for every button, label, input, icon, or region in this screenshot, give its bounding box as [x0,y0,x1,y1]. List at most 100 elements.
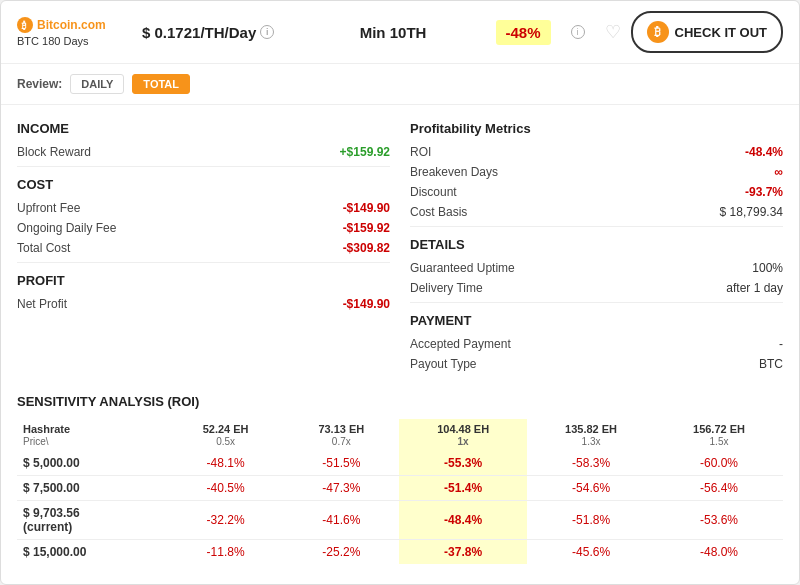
header: ₿ Bitcoin.com BTC 180 Days $ 0.1721/TH/D… [1,1,799,64]
logo-text: Bitcoin.com [37,18,106,32]
total-cost-value: -$309.82 [343,241,390,255]
accepted-payment-label: Accepted Payment [410,337,511,351]
breakeven-label: Breakeven Days [410,165,498,179]
value-cell: -40.5% [168,476,284,501]
col-header-3: 104.48 EH1x [399,419,527,451]
ongoing-fee-row: Ongoing Daily Fee -$159.92 [17,218,390,238]
value-cell: -51.5% [283,451,399,476]
uptime-label: Guaranteed Uptime [410,261,515,275]
tab-total[interactable]: TOTAL [132,74,190,94]
logo-area: ₿ Bitcoin.com BTC 180 Days [17,17,106,47]
divider-3 [410,226,783,227]
table-header-row: HashratePrice\ 52.24 EH0.5x 73.13 EH0.7x… [17,419,783,451]
net-profit-value: -$149.90 [343,297,390,311]
price-cell: $ 15,000.00 [17,540,168,565]
header-actions: ♡ ₿ CHECK IT OUT [605,11,783,53]
divider-4 [410,302,783,303]
value-cell: -48.4% [399,501,527,540]
accepted-payment-row: Accepted Payment - [410,334,783,354]
value-cell: -25.2% [283,540,399,565]
upfront-fee-row: Upfront Fee -$149.90 [17,198,390,218]
net-profit-row: Net Profit -$149.90 [17,294,390,314]
value-cell: -60.0% [655,451,783,476]
block-reward-label: Block Reward [17,145,91,159]
value-cell: -51.4% [399,476,527,501]
col-header-4: 135.82 EH1.3x [527,419,655,451]
value-cell: -41.6% [283,501,399,540]
value-cell: -37.8% [399,540,527,565]
sensitivity-section: SENSITIVITY ANALYSIS (ROI) HashratePrice… [1,390,799,580]
value-cell: -58.3% [527,451,655,476]
value-cell: -53.6% [655,501,783,540]
payment-title: PAYMENT [410,313,783,328]
badge-info-icon[interactable]: i [571,25,585,39]
favorite-button[interactable]: ♡ [605,21,621,43]
details-title: DETAILS [410,237,783,252]
accepted-payment-value: - [779,337,783,351]
costbasis-label: Cost Basis [410,205,467,219]
divider-1 [17,166,390,167]
payout-type-row: Payout Type BTC [410,354,783,374]
ongoing-fee-label: Ongoing Daily Fee [17,221,116,235]
price-cell: $ 7,500.00 [17,476,168,501]
col-header-2: 73.13 EH0.7x [283,419,399,451]
rate-stat: $ 0.1721/TH/Day i [126,24,291,41]
uptime-row: Guaranteed Uptime 100% [410,258,783,278]
min-value: Min 10TH [360,24,427,41]
col-header-5: 156.72 EH1.5x [655,419,783,451]
value-cell: -54.6% [527,476,655,501]
table-row: $ 7,500.00-40.5%-47.3%-51.4%-54.6%-56.4% [17,476,783,501]
price-cell: $ 9,703.56 (current) [17,501,168,540]
total-cost-label: Total Cost [17,241,70,255]
profitability-title: Profitability Metrics [410,121,783,136]
upfront-fee-value: -$149.90 [343,201,390,215]
value-cell: -32.2% [168,501,284,540]
profit-title: PROFIT [17,273,390,288]
table-row: $ 9,703.56 (current)-32.2%-41.6%-48.4%-5… [17,501,783,540]
upfront-fee-label: Upfront Fee [17,201,80,215]
left-panel: INCOME Block Reward +$159.92 COST Upfron… [17,121,390,374]
costbasis-value: $ 18,799.34 [720,205,783,219]
delivery-label: Delivery Time [410,281,483,295]
main-panels: INCOME Block Reward +$159.92 COST Upfron… [1,105,799,390]
value-cell: -45.6% [527,540,655,565]
check-icon: ₿ [647,21,669,43]
breakeven-row: Breakeven Days ∞ [410,162,783,182]
block-reward-row: Block Reward +$159.92 [17,142,390,162]
hashrate-header: HashratePrice\ [17,419,168,451]
bitcoin-logo-icon: ₿ [17,17,33,33]
rate-value: $ 0.1721/TH/Day i [142,24,274,41]
breakeven-value: ∞ [774,165,783,179]
sensitivity-title: SENSITIVITY ANALYSIS (ROI) [17,390,783,409]
value-cell: -56.4% [655,476,783,501]
logo: ₿ Bitcoin.com [17,17,106,33]
sensitivity-table: HashratePrice\ 52.24 EH0.5x 73.13 EH0.7x… [17,419,783,564]
payout-type-value: BTC [759,357,783,371]
discount-value: -93.7% [745,185,783,199]
tab-daily[interactable]: DAILY [70,74,124,94]
rate-info-icon[interactable]: i [260,25,274,39]
value-cell: -47.3% [283,476,399,501]
delivery-value: after 1 day [726,281,783,295]
net-profit-label: Net Profit [17,297,67,311]
payout-type-label: Payout Type [410,357,477,371]
delivery-row: Delivery Time after 1 day [410,278,783,298]
value-cell: -51.8% [527,501,655,540]
uptime-value: 100% [752,261,783,275]
table-row: $ 5,000.00-48.1%-51.5%-55.3%-58.3%-60.0% [17,451,783,476]
discount-label: Discount [410,185,457,199]
cost-title: COST [17,177,390,192]
check-it-out-button[interactable]: ₿ CHECK IT OUT [631,11,783,53]
roi-label: ROI [410,145,431,159]
divider-2 [17,262,390,263]
value-cell: -48.0% [655,540,783,565]
costbasis-row: Cost Basis $ 18,799.34 [410,202,783,222]
product-name: BTC 180 Days [17,35,106,47]
block-reward-value: +$159.92 [340,145,390,159]
review-label: Review: [17,77,62,91]
right-panel: Profitability Metrics ROI -48.4% Breakev… [410,121,783,374]
total-cost-row: Total Cost -$309.82 [17,238,390,258]
value-cell: -55.3% [399,451,527,476]
price-cell: $ 5,000.00 [17,451,168,476]
discount-badge: -48% [496,20,551,45]
